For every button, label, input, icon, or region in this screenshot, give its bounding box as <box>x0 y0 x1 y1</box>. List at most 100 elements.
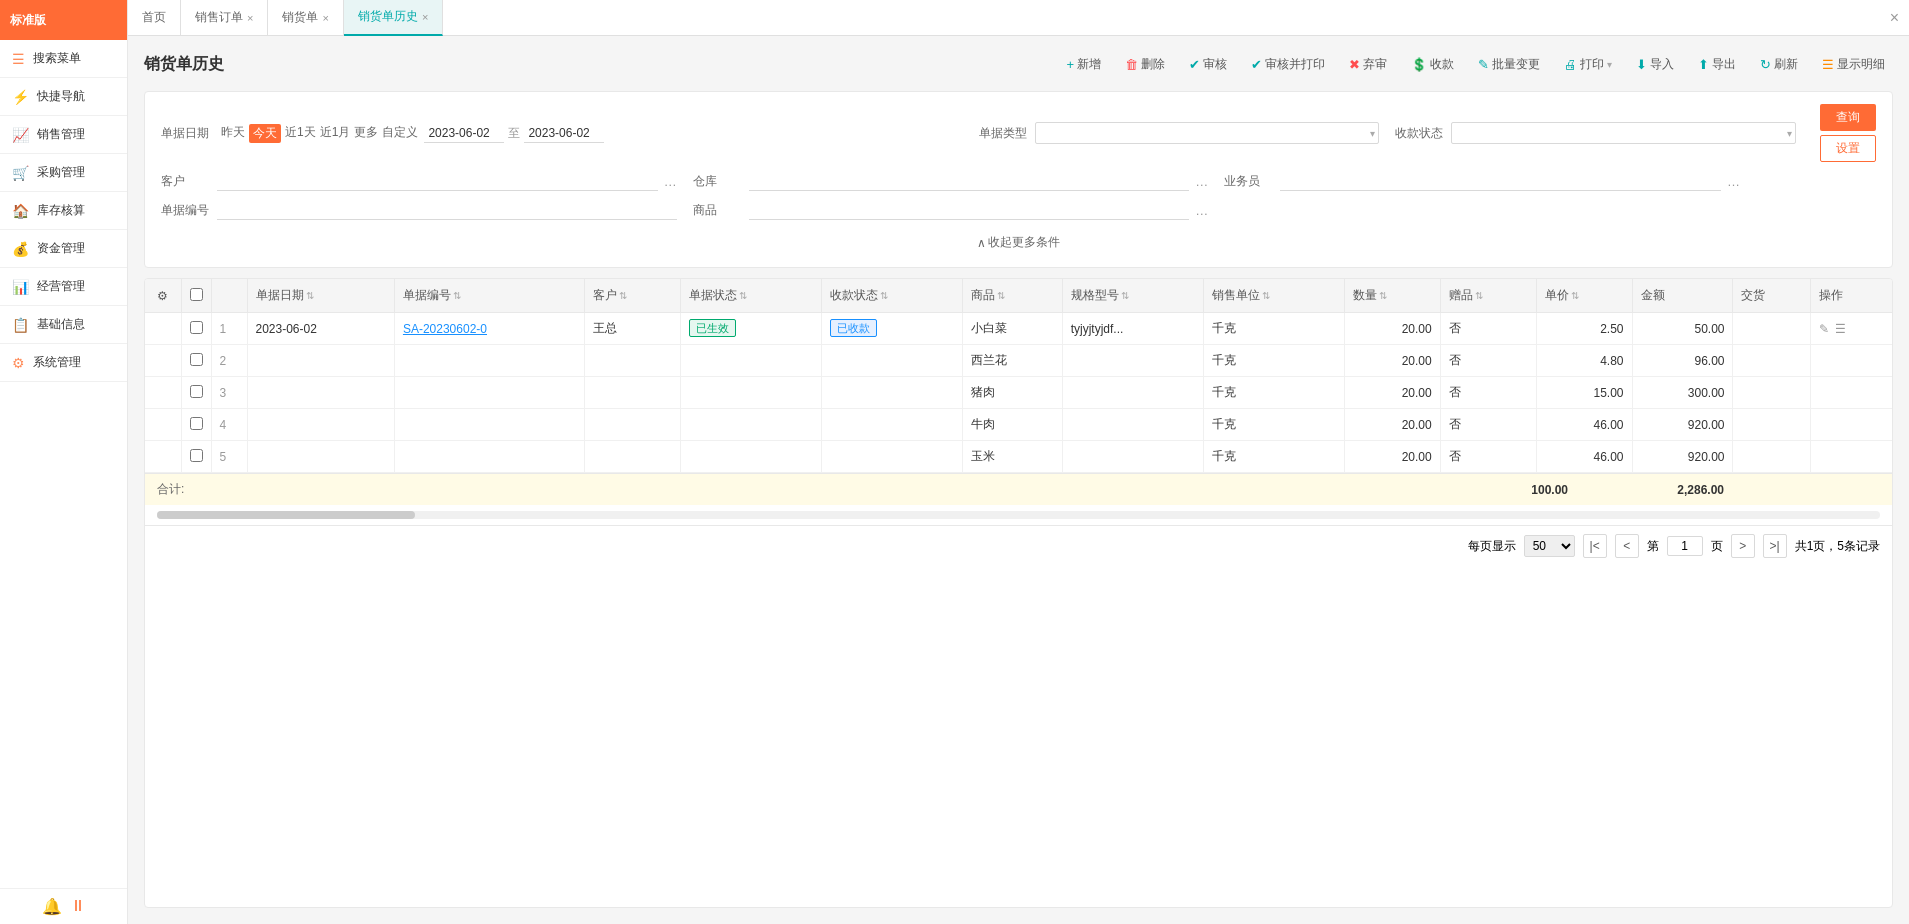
shortcut-1month[interactable]: 近1月 <box>320 124 351 143</box>
sidebar-item-quick-nav[interactable]: ⚡ 快捷导航 <box>0 78 127 116</box>
doc-no-input[interactable] <box>217 201 677 220</box>
export-button[interactable]: ⬆ 导出 <box>1690 52 1744 77</box>
cell-checkbox[interactable] <box>181 441 211 473</box>
sort-customer-icon[interactable]: ⇅ <box>619 290 627 301</box>
refresh-button[interactable]: ↻ 刷新 <box>1752 52 1806 77</box>
row-checkbox[interactable] <box>190 449 203 462</box>
cell-checkbox[interactable] <box>181 313 211 345</box>
audit-button[interactable]: ✔ 审核 <box>1181 52 1235 77</box>
cell-checkbox[interactable] <box>181 377 211 409</box>
print-button[interactable]: 🖨 打印 ▾ <box>1556 52 1620 77</box>
th-receipt-status[interactable]: 收款状态⇅ <box>821 279 962 313</box>
shortcut-yesterday[interactable]: 昨天 <box>221 124 245 143</box>
sidebar-item-operation[interactable]: 📊 经营管理 <box>0 268 127 306</box>
pause-icon[interactable]: ⏸ <box>70 897 86 916</box>
collapse-button[interactable]: ∧ 收起更多条件 <box>161 230 1876 255</box>
first-page-btn[interactable]: |< <box>1583 534 1607 558</box>
customer-input[interactable] <box>217 172 658 191</box>
shortcut-today[interactable]: 今天 <box>249 124 281 143</box>
scroll-thumb[interactable] <box>157 511 415 519</box>
show-detail-button[interactable]: ☰ 显示明细 <box>1814 52 1893 77</box>
tab-sales-goods-close[interactable]: × <box>322 12 328 24</box>
batch-change-button[interactable]: ✎ 批量变更 <box>1470 52 1548 77</box>
close-all-tabs[interactable]: × <box>1880 9 1909 27</box>
th-gift[interactable]: 赠品⇅ <box>1440 279 1536 313</box>
sort-doc-status-icon[interactable]: ⇅ <box>739 290 747 301</box>
import-button[interactable]: ⬇ 导入 <box>1628 52 1682 77</box>
tab-home[interactable]: 首页 <box>128 0 181 36</box>
horizontal-scrollbar[interactable] <box>157 511 1880 519</box>
next-page-btn[interactable]: > <box>1731 534 1755 558</box>
goods-input[interactable] <box>749 201 1190 220</box>
th-doc-date[interactable]: 单据日期⇅ <box>247 279 394 313</box>
receipt-status-select[interactable] <box>1451 122 1796 144</box>
sort-doc-date-icon[interactable]: ⇅ <box>306 290 314 301</box>
tab-sales-history-close[interactable]: × <box>422 11 428 23</box>
tab-sales-goods[interactable]: 销货单 × <box>268 0 343 36</box>
prev-page-btn[interactable]: < <box>1615 534 1639 558</box>
row-checkbox[interactable] <box>190 417 203 430</box>
sort-goods-icon[interactable]: ⇅ <box>997 290 1005 301</box>
sidebar-item-system[interactable]: ⚙ 系统管理 <box>0 344 127 382</box>
sort-qty-icon[interactable]: ⇅ <box>1379 290 1387 301</box>
sidebar-item-search-menu[interactable]: ☰ 搜索菜单 <box>0 40 127 78</box>
warehouse-input[interactable] <box>749 172 1190 191</box>
th-goods[interactable]: 商品⇅ <box>963 279 1063 313</box>
notification-icon[interactable]: 🔔 <box>42 897 62 916</box>
sidebar-item-inventory[interactable]: 🏠 库存核算 <box>0 192 127 230</box>
last-page-btn[interactable]: >| <box>1763 534 1787 558</box>
tab-sales-history[interactable]: 销货单历史 × <box>344 0 443 36</box>
page-number-input[interactable] <box>1667 536 1703 556</box>
sort-receipt-status-icon[interactable]: ⇅ <box>880 290 888 301</box>
tab-sales-order[interactable]: 销售订单 × <box>181 0 268 36</box>
detail-icon[interactable]: ☰ <box>1835 322 1846 336</box>
shortcut-more[interactable]: 更多 <box>354 124 378 143</box>
date-to-input[interactable] <box>524 124 604 143</box>
sidebar-item-finance[interactable]: 💰 资金管理 <box>0 230 127 268</box>
row-checkbox[interactable] <box>190 321 203 334</box>
select-all-checkbox[interactable] <box>190 288 203 301</box>
cell-checkbox[interactable] <box>181 409 211 441</box>
add-button[interactable]: + 新增 <box>1058 52 1109 77</box>
th-checkbox[interactable] <box>181 279 211 313</box>
collect-button[interactable]: 💲 收款 <box>1403 52 1462 77</box>
customer-picker[interactable]: … <box>664 174 677 189</box>
query-button[interactable]: 查询 <box>1820 104 1876 131</box>
sidebar: 标准版 ☰ 搜索菜单 ⚡ 快捷导航 📈 销售管理 🛒 采购管理 🏠 库存核算 💰… <box>0 0 128 924</box>
sort-unit-icon[interactable]: ⇅ <box>1262 290 1270 301</box>
edit-icon[interactable]: ✎ <box>1819 322 1829 336</box>
goods-picker[interactable]: … <box>1195 203 1208 218</box>
sort-gift-icon[interactable]: ⇅ <box>1475 290 1483 301</box>
th-doc-no[interactable]: 单据编号⇅ <box>394 279 584 313</box>
doc-no-link[interactable]: SA-20230602-0 <box>403 322 487 336</box>
doc-type-select[interactable] <box>1035 122 1380 144</box>
th-settings[interactable]: ⚙ <box>145 279 181 313</box>
cell-checkbox[interactable] <box>181 345 211 377</box>
th-customer[interactable]: 客户⇅ <box>585 279 681 313</box>
sidebar-item-purchase-mgmt[interactable]: 🛒 采购管理 <box>0 154 127 192</box>
sort-unit-price-icon[interactable]: ⇅ <box>1571 290 1579 301</box>
row-checkbox[interactable] <box>190 385 203 398</box>
shortcut-1day[interactable]: 近1天 <box>285 124 316 143</box>
shortcut-custom[interactable]: 自定义 <box>382 124 418 143</box>
th-unit-price[interactable]: 单价⇅ <box>1536 279 1632 313</box>
tab-sales-order-close[interactable]: × <box>247 12 253 24</box>
staff-input[interactable] <box>1280 172 1721 191</box>
warehouse-picker[interactable]: … <box>1195 174 1208 189</box>
th-doc-status[interactable]: 单据状态⇅ <box>680 279 821 313</box>
settings-button[interactable]: 设置 <box>1820 135 1876 162</box>
th-unit[interactable]: 销售单位⇅ <box>1203 279 1344 313</box>
sort-doc-no-icon[interactable]: ⇅ <box>453 290 461 301</box>
sidebar-item-basic-info[interactable]: 📋 基础信息 <box>0 306 127 344</box>
sort-spec-icon[interactable]: ⇅ <box>1121 290 1129 301</box>
row-checkbox[interactable] <box>190 353 203 366</box>
audit-print-button[interactable]: ✔ 审核并打印 <box>1243 52 1333 77</box>
abandon-button[interactable]: ✖ 弃审 <box>1341 52 1395 77</box>
staff-picker[interactable]: … <box>1727 174 1740 189</box>
th-qty[interactable]: 数量⇅ <box>1344 279 1440 313</box>
th-spec[interactable]: 规格型号⇅ <box>1062 279 1203 313</box>
delete-button[interactable]: 🗑 删除 <box>1117 52 1173 77</box>
page-size-select[interactable]: 50 10 20 100 <box>1524 535 1575 557</box>
sidebar-item-sales-mgmt[interactable]: 📈 销售管理 <box>0 116 127 154</box>
date-from-input[interactable] <box>424 124 504 143</box>
